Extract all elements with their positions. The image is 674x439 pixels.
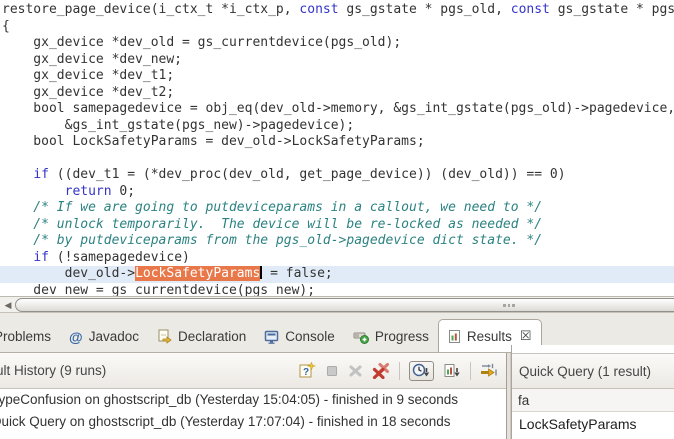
- tab-label: Console: [285, 329, 335, 344]
- quick-query-result-row[interactable]: LockSafetyParams: [512, 412, 674, 436]
- tab-label: Results: [466, 328, 512, 344]
- current-code-line[interactable]: dev_old->LockSafetyParams = false;: [0, 266, 674, 283]
- code-line[interactable]: return 0;: [2, 184, 674, 201]
- scrollbar-thumb[interactable]: [15, 298, 674, 312]
- code-line[interactable]: gx_device *dev_old = gs_currentdevice(pg…: [2, 35, 674, 52]
- code-line[interactable]: gx_device *dev_t2;: [2, 85, 674, 102]
- new-query-icon[interactable]: ?: [298, 362, 316, 379]
- scrollbar-grip-icon: [503, 304, 517, 307]
- code-line[interactable]: /* If we are going to putdeviceparams in…: [2, 200, 674, 217]
- tab-label: Javadoc: [88, 329, 139, 344]
- tab-label: Declaration: [177, 329, 247, 344]
- stop-icon[interactable]: [325, 364, 339, 378]
- history-row[interactable]: TypeConfusion on ghostscript_db (Yesterd…: [0, 389, 506, 411]
- history-toolbar: ?: [298, 360, 506, 381]
- tab-progress[interactable]: Progress: [344, 321, 438, 352]
- tab-javadoc[interactable]: @ Javadoc: [60, 321, 148, 352]
- quick-query-panel: Quick Query (1 result) LockSafetyParams: [511, 345, 674, 439]
- eclipse-window: restore_page_device(i_ctx_t *i_ctx_p, co…: [0, 0, 674, 439]
- progress-icon: [353, 330, 369, 344]
- highlighted-token: LockSafetyParams: [135, 266, 261, 281]
- code-area[interactable]: restore_page_device(i_ctx_t *i_ctx_p, co…: [0, 0, 674, 296]
- code-line[interactable]: [2, 151, 674, 168]
- quick-query-input[interactable]: [512, 389, 674, 412]
- tab-console[interactable]: Console: [255, 321, 344, 352]
- code-line[interactable]: bool LockSafetyParams = dev_old->LockSaf…: [2, 134, 674, 151]
- result-history-header: Result History (9 runs) ?: [0, 353, 506, 389]
- results-view-icon[interactable]: [443, 363, 461, 379]
- quick-query-title: Quick Query (1 result): [512, 353, 674, 389]
- code-line[interactable]: if ((dev_t1 = (*dev_proc(dev_old, get_pa…: [2, 167, 674, 184]
- clear-icon[interactable]: [348, 364, 363, 378]
- result-history-title: Result History (9 runs): [0, 363, 107, 378]
- tab-label: Problems: [0, 329, 52, 344]
- tab-declaration[interactable]: Declaration: [148, 321, 255, 352]
- link-arrows-icon[interactable]: [480, 363, 498, 379]
- result-history-list: TypeConfusion on ghostscript_db (Yesterd…: [0, 389, 506, 439]
- delete-all-icon[interactable]: [372, 362, 390, 379]
- code-line[interactable]: &gs_int_gstate(pgs_new)->pagedevice);: [2, 118, 674, 135]
- tab-problems[interactable]: Problems: [0, 321, 60, 352]
- javadoc-at-icon: @: [69, 328, 83, 345]
- code-line[interactable]: bool samepagedevice = obj_eq(dev_old->me…: [2, 101, 674, 118]
- toolbar-separator: [399, 361, 400, 380]
- code-line[interactable]: gx_device *dev_new;: [2, 52, 674, 69]
- results-icon: [448, 329, 461, 344]
- declaration-icon: [157, 329, 172, 344]
- tab-label: Progress: [374, 329, 429, 344]
- code-line[interactable]: /* unlock temporarily. The device will b…: [2, 217, 674, 234]
- code-line[interactable]: if (!samepagedevice): [2, 250, 674, 267]
- code-line[interactable]: /* by putdeviceparams from the pgs_old->…: [2, 233, 674, 250]
- code-line[interactable]: dev_new = gs_currentdevice(pgs_new);: [2, 283, 674, 297]
- svg-text:?: ?: [303, 367, 309, 378]
- code-line[interactable]: restore_page_device(i_ctx_t *i_ctx_p, co…: [2, 2, 674, 19]
- code-line[interactable]: gx_device *dev_t1;: [2, 68, 674, 85]
- scroll-left-arrow-icon[interactable]: ◀: [0, 298, 16, 312]
- close-icon[interactable]: ☒: [520, 328, 532, 344]
- console-icon: [264, 330, 279, 344]
- horizontal-scrollbar[interactable]: ◀: [0, 296, 674, 313]
- history-view-icon[interactable]: [409, 360, 434, 381]
- toolbar-separator: [470, 361, 471, 380]
- history-row[interactable]: Quick Query on ghostscript_db (Yesterday…: [0, 411, 506, 433]
- code-line[interactable]: {: [2, 19, 674, 36]
